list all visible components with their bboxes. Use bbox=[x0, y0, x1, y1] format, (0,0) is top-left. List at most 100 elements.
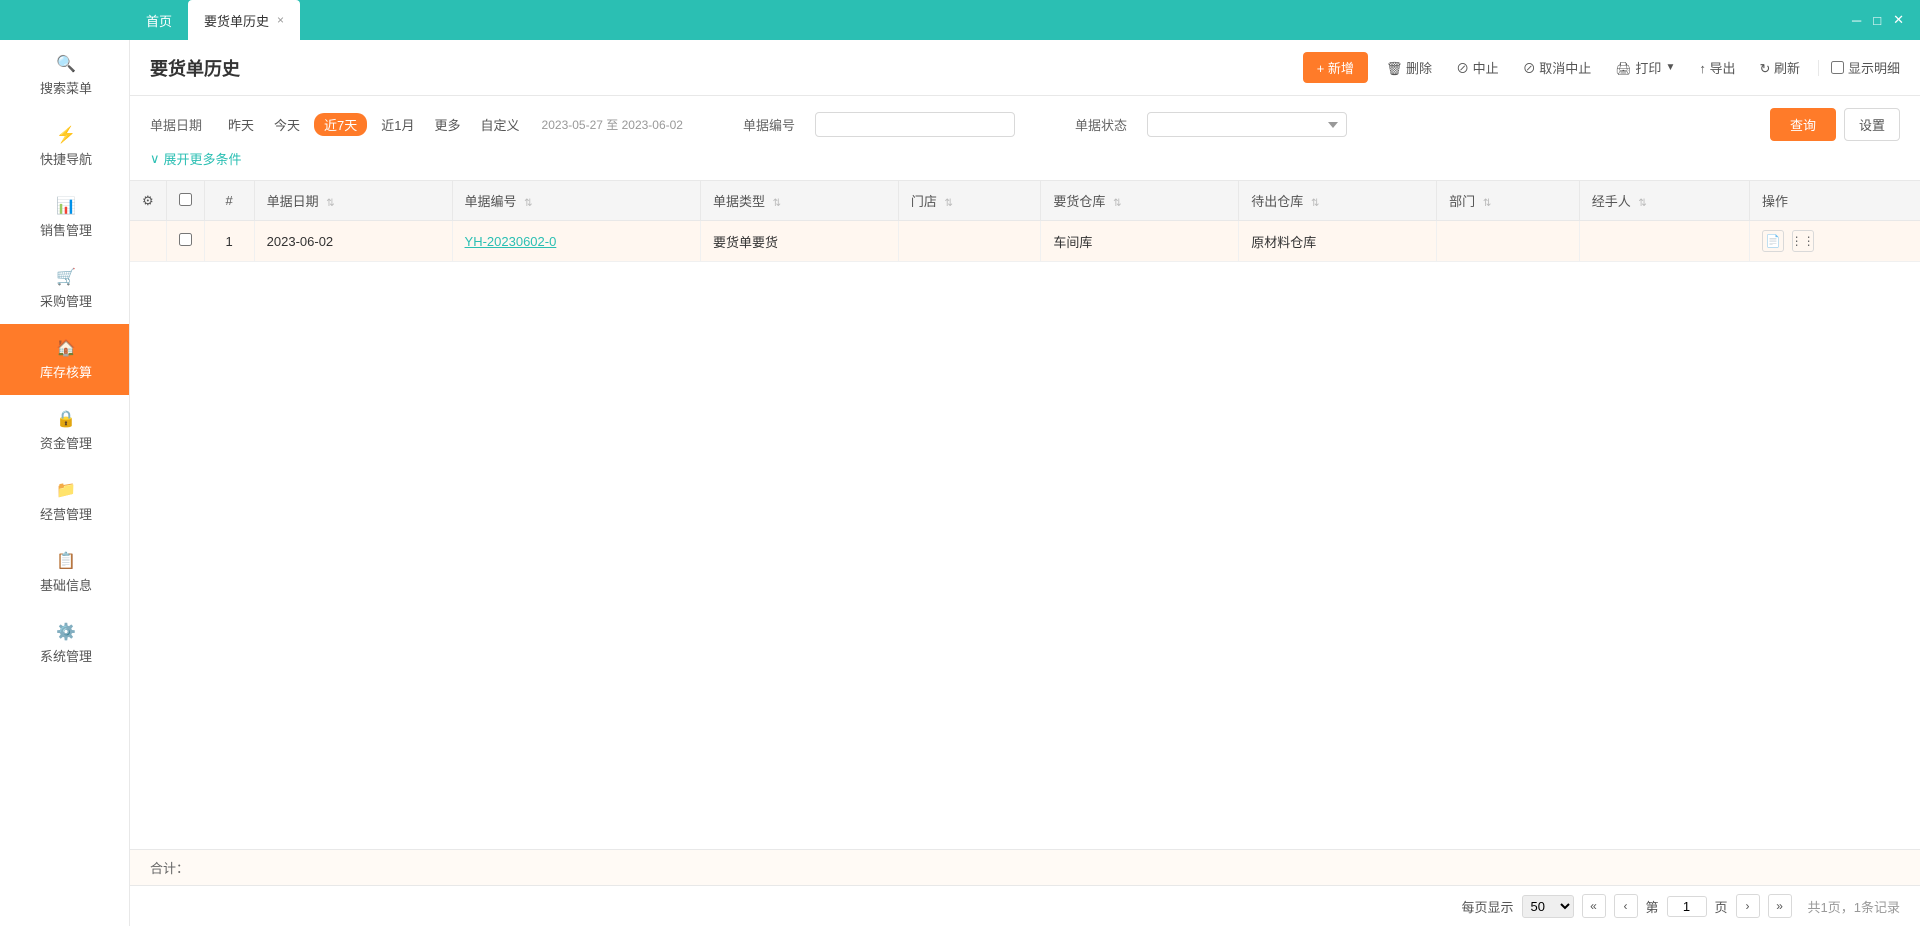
print-dropdown-icon[interactable]: ▼ bbox=[1665, 62, 1675, 73]
sidebar-item-sys-mgmt[interactable]: ⚙️ 系统管理 bbox=[0, 608, 129, 679]
sort-dept-icon[interactable]: ⇅ bbox=[1483, 198, 1491, 209]
tab-requisition-label: 要货单历史 bbox=[204, 11, 269, 30]
sort-orderno-icon[interactable]: ⇅ bbox=[524, 198, 532, 209]
page-first-btn[interactable]: « bbox=[1582, 894, 1606, 918]
sidebar-item-search-menu[interactable]: 🔍 搜索菜单 bbox=[0, 40, 129, 111]
sidebar-item-inventory[interactable]: 🏠 库存核算 bbox=[0, 324, 129, 395]
row-view-button[interactable]: 📄 bbox=[1762, 230, 1784, 252]
col-action-label: 操作 bbox=[1762, 194, 1788, 209]
col-store[interactable]: 门店 ⇅ bbox=[898, 181, 1041, 221]
sidebar-item-purchase[interactable]: 🛒 采购管理 bbox=[0, 253, 129, 324]
sort-store-icon[interactable]: ⇅ bbox=[944, 198, 952, 209]
order-no-label: 单据编号 bbox=[743, 115, 795, 134]
sort-pending-warehouse-icon[interactable]: ⇅ bbox=[1311, 198, 1319, 209]
sidebar-item-finance[interactable]: 🔒 资金管理 bbox=[0, 395, 129, 466]
delete-button[interactable]: 🗑 删除 bbox=[1380, 54, 1438, 81]
date-opt-today[interactable]: 今天 bbox=[268, 113, 306, 136]
filter-area: 单据日期 昨天 今天 近7天 近1月 更多 自定义 2023-05-27 至 2… bbox=[130, 96, 1920, 181]
minimize-icon[interactable]: ─ bbox=[1852, 13, 1861, 28]
sidebar-item-quick-nav[interactable]: ⚡ 快捷导航 bbox=[0, 111, 129, 182]
col-order-no[interactable]: 单据编号 ⇅ bbox=[452, 181, 700, 221]
col-order-type-label: 单据类型 bbox=[713, 194, 765, 209]
expand-icon: ∨ bbox=[150, 151, 160, 167]
print-button[interactable]: 🖨 打印 ▼ bbox=[1609, 54, 1681, 81]
tab-requisition-history[interactable]: 要货单历史 × bbox=[188, 0, 300, 40]
col-pending-warehouse-label: 待出仓库 bbox=[1251, 194, 1303, 209]
close-window-icon[interactable]: ✕ bbox=[1893, 12, 1904, 28]
table-row[interactable]: 1 2023-06-02 YH-20230602-0 要货单要货 车间库 原材料… bbox=[130, 221, 1920, 262]
maximize-icon[interactable]: □ bbox=[1873, 13, 1881, 28]
purchase-icon: 🛒 bbox=[56, 267, 76, 287]
row-num-cell: 1 bbox=[204, 221, 254, 262]
search-menu-icon: 🔍 bbox=[56, 54, 76, 74]
page-title: 要货单历史 bbox=[150, 55, 240, 81]
expand-label: 展开更多条件 bbox=[164, 149, 242, 168]
sidebar-label-operations: 经营管理 bbox=[40, 504, 92, 523]
settings-button[interactable]: 设置 bbox=[1844, 108, 1900, 141]
sidebar: 🔍 搜索菜单 ⚡ 快捷导航 📊 销售管理 🛒 采购管理 🏠 库存核算 🔒 资金管… bbox=[0, 40, 130, 926]
close-tab-icon[interactable]: × bbox=[277, 13, 284, 27]
row-order-no-cell[interactable]: YH-20230602-0 bbox=[452, 221, 700, 262]
query-button[interactable]: 查询 bbox=[1770, 108, 1836, 141]
expand-more-conditions[interactable]: ∨ 展开更多条件 bbox=[150, 149, 1900, 168]
sidebar-item-sales[interactable]: 📊 销售管理 bbox=[0, 182, 129, 253]
sort-ordertype-icon[interactable]: ⇅ bbox=[773, 198, 781, 209]
sort-req-warehouse-icon[interactable]: ⇅ bbox=[1113, 198, 1121, 209]
order-no-link[interactable]: YH-20230602-0 bbox=[465, 234, 557, 249]
inventory-icon: 🏠 bbox=[56, 338, 76, 358]
cancel-stop-button[interactable]: ⊘ 取消中止 bbox=[1517, 54, 1598, 81]
display-detail-checkbox[interactable] bbox=[1831, 61, 1844, 74]
page-header: 要货单历史 + 新增 🗑 删除 ⊘ 中止 ⊘ 取消中止 🖨 打印 ▼ ↑ 导出 … bbox=[130, 40, 1920, 96]
col-handler[interactable]: 经手人 ⇅ bbox=[1579, 181, 1749, 221]
row-store-cell bbox=[898, 221, 1041, 262]
date-opt-more[interactable]: 更多 bbox=[429, 113, 467, 136]
sidebar-item-operations[interactable]: 📁 经营管理 bbox=[0, 466, 129, 537]
sort-handler-icon[interactable]: ⇅ bbox=[1638, 198, 1646, 209]
col-handler-label: 经手人 bbox=[1592, 194, 1631, 209]
date-opt-last1month[interactable]: 近1月 bbox=[375, 113, 420, 136]
col-date[interactable]: 单据日期 ⇅ bbox=[254, 181, 452, 221]
pagination: 每页显示 50 20 100 200 « ‹ 第 页 › » 共1页，1条记录 bbox=[130, 885, 1920, 926]
date-opt-last7days[interactable]: 近7天 bbox=[314, 113, 367, 136]
page-last-btn[interactable]: » bbox=[1768, 894, 1792, 918]
col-req-warehouse[interactable]: 要货仓库 ⇅ bbox=[1041, 181, 1239, 221]
date-opt-yesterday[interactable]: 昨天 bbox=[222, 113, 260, 136]
sort-date-icon[interactable]: ⇅ bbox=[326, 198, 334, 209]
row-checkbox-cell[interactable] bbox=[166, 221, 204, 262]
row-req-warehouse-cell: 车间库 bbox=[1041, 221, 1239, 262]
sidebar-item-base-info[interactable]: 📋 基础信息 bbox=[0, 537, 129, 608]
col-order-type[interactable]: 单据类型 ⇅ bbox=[700, 181, 898, 221]
row-order-type-cell: 要货单要货 bbox=[700, 221, 898, 262]
sys-mgmt-icon: ⚙️ bbox=[56, 622, 76, 642]
row-checkbox[interactable] bbox=[179, 233, 192, 246]
sidebar-label-inventory: 库存核算 bbox=[40, 362, 92, 381]
page-input[interactable] bbox=[1667, 896, 1707, 917]
table-header-row: ⚙ # 单据日期 ⇅ 单据编号 ⇅ bbox=[130, 181, 1920, 221]
new-button[interactable]: + 新增 bbox=[1303, 52, 1368, 83]
per-page-select[interactable]: 50 20 100 200 bbox=[1522, 895, 1574, 918]
select-all-checkbox[interactable] bbox=[179, 193, 192, 206]
main-layout: 🔍 搜索菜单 ⚡ 快捷导航 📊 销售管理 🛒 采购管理 🏠 库存核算 🔒 资金管… bbox=[0, 40, 1920, 926]
col-department[interactable]: 部门 ⇅ bbox=[1437, 181, 1580, 221]
order-no-input[interactable] bbox=[815, 112, 1015, 137]
sales-icon: 📊 bbox=[56, 196, 76, 216]
tab-home[interactable]: 首页 bbox=[130, 0, 188, 40]
row-dept-cell bbox=[1437, 221, 1580, 262]
page-prev-btn[interactable]: ‹ bbox=[1614, 894, 1638, 918]
status-select[interactable] bbox=[1147, 112, 1347, 137]
page-label-2: 页 bbox=[1715, 897, 1728, 916]
top-bar: 首页 要货单历史 × ─ □ ✕ bbox=[0, 0, 1920, 40]
col-settings[interactable]: ⚙ bbox=[130, 181, 166, 221]
export-button[interactable]: ↑ 导出 bbox=[1693, 54, 1741, 81]
col-store-label: 门店 bbox=[911, 194, 937, 209]
page-next-btn[interactable]: › bbox=[1736, 894, 1760, 918]
date-opt-custom[interactable]: 自定义 bbox=[475, 113, 526, 136]
display-detail-toggle[interactable]: 显示明细 bbox=[1831, 58, 1900, 77]
col-pending-warehouse[interactable]: 待出仓库 ⇅ bbox=[1239, 181, 1437, 221]
stop-button[interactable]: ⊘ 中止 bbox=[1450, 54, 1505, 81]
table-container: ⚙ # 单据日期 ⇅ 单据编号 ⇅ bbox=[130, 181, 1920, 849]
col-checkbox bbox=[166, 181, 204, 221]
refresh-button[interactable]: ↻ 刷新 bbox=[1753, 54, 1806, 81]
page-label: 第 bbox=[1646, 897, 1659, 916]
row-more-button[interactable]: ⋮⋮ bbox=[1792, 230, 1814, 252]
